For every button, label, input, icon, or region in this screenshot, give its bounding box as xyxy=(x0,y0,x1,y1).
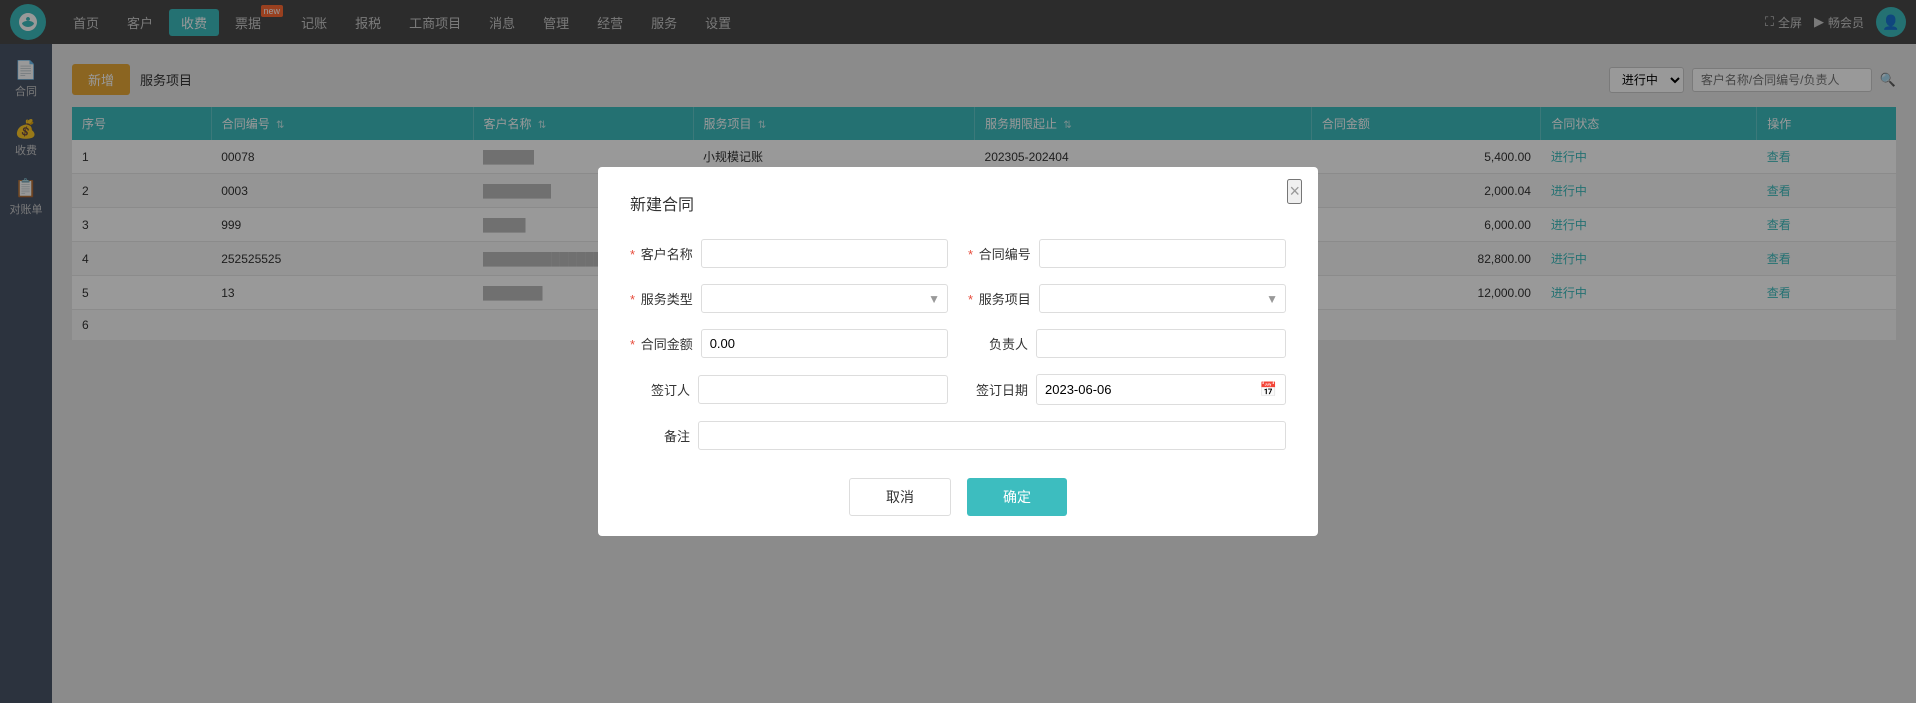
contract-no-row: * 合同编号 xyxy=(968,239,1286,268)
customer-name-row: * 客户名称 xyxy=(630,239,948,268)
sign-date-input[interactable] xyxy=(1045,382,1256,397)
remark-row: 备注 xyxy=(630,421,1286,450)
contract-amount-row: * 合同金额 xyxy=(630,329,948,358)
contract-amount-input[interactable] xyxy=(701,329,948,358)
customer-name-input[interactable] xyxy=(701,239,948,268)
signer-label: 签订人 xyxy=(630,380,690,399)
calendar-icon[interactable]: 📅 xyxy=(1260,381,1277,398)
service-item-select[interactable] xyxy=(1039,284,1286,313)
customer-label: * 客户名称 xyxy=(630,244,693,263)
modal-title: 新建合同 xyxy=(630,191,1286,215)
confirm-button[interactable]: 确定 xyxy=(967,478,1067,516)
new-contract-modal: 新建合同 × * 客户名称 * 合同编号 * xyxy=(598,167,1318,536)
service-item-row: * 服务项目 ▼ xyxy=(968,284,1286,313)
remark-input[interactable] xyxy=(698,421,1286,450)
sign-date-wrap: 📅 xyxy=(1036,374,1286,405)
sign-date-label: 签订日期 xyxy=(968,380,1028,399)
modal-close-button[interactable]: × xyxy=(1287,179,1302,204)
contract-no-input[interactable] xyxy=(1039,239,1286,268)
contract-no-label: * 合同编号 xyxy=(968,244,1031,263)
responsible-row: 负责人 xyxy=(968,329,1286,358)
remark-label: 备注 xyxy=(630,426,690,445)
sign-date-row: 签订日期 📅 xyxy=(968,374,1286,405)
service-item-label: * 服务项目 xyxy=(968,289,1031,308)
cancel-button[interactable]: 取消 xyxy=(849,478,951,516)
modal-form: * 客户名称 * 合同编号 * 服务类型 xyxy=(630,239,1286,450)
service-type-select[interactable] xyxy=(701,284,948,313)
service-type-select-wrap: ▼ xyxy=(701,284,948,313)
responsible-input[interactable] xyxy=(1036,329,1286,358)
service-type-label: * 服务类型 xyxy=(630,289,693,308)
signer-row: 签订人 xyxy=(630,374,948,405)
modal-overlay: 新建合同 × * 客户名称 * 合同编号 * xyxy=(0,0,1916,703)
service-item-select-wrap: ▼ xyxy=(1039,284,1286,313)
service-type-row: * 服务类型 ▼ xyxy=(630,284,948,313)
signer-input[interactable] xyxy=(698,375,948,404)
contract-amount-label: * 合同金额 xyxy=(630,334,693,353)
modal-footer: 取消 确定 xyxy=(630,478,1286,516)
responsible-label: 负责人 xyxy=(968,334,1028,353)
